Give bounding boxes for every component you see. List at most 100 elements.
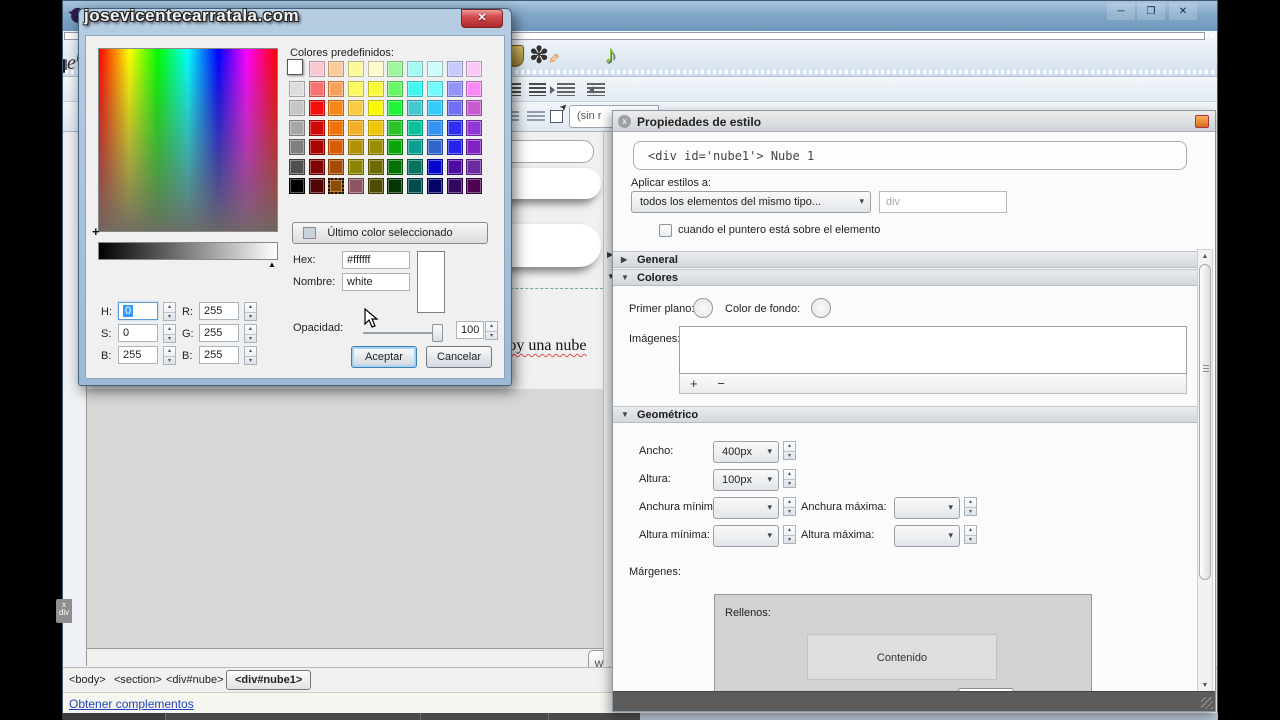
min-width-dropdown[interactable]	[713, 497, 779, 519]
saturation-spinner[interactable]	[163, 324, 176, 343]
palette-swatch[interactable]	[466, 61, 483, 77]
palette-swatch[interactable]	[466, 100, 483, 116]
indent-icon[interactable]	[550, 83, 575, 96]
palette-swatch[interactable]	[348, 158, 365, 175]
palette-swatch[interactable]	[446, 80, 463, 97]
last-color-button[interactable]: Último color seleccionado	[292, 222, 488, 244]
palette-swatch[interactable]	[328, 158, 345, 175]
palette-swatch[interactable]	[387, 119, 404, 136]
palette-swatch[interactable]	[466, 178, 483, 194]
max-width-dropdown[interactable]	[894, 497, 960, 519]
breadcrumb-body[interactable]: <body>	[69, 674, 106, 686]
palette-swatch[interactable]	[367, 100, 384, 116]
brightness-spinner[interactable]	[163, 346, 176, 365]
position-icon[interactable]	[550, 110, 563, 123]
palette-swatch[interactable]	[348, 61, 365, 77]
max-height-dropdown[interactable]	[894, 525, 960, 547]
palette-swatch[interactable]	[446, 178, 463, 194]
opacity-input[interactable]: 100	[456, 321, 484, 339]
close-window-icon[interactable]: ✕	[1169, 3, 1197, 20]
palette-swatch[interactable]	[387, 158, 404, 175]
hue-input[interactable]: 0	[118, 302, 158, 320]
palette-swatch[interactable]	[426, 178, 443, 194]
green-spinner[interactable]	[244, 324, 257, 343]
height-dropdown[interactable]: 100px	[713, 469, 779, 491]
background-color-swatch[interactable]	[811, 298, 831, 318]
min-width-spinner[interactable]	[783, 497, 796, 516]
minimize-icon[interactable]: ─	[1107, 3, 1135, 20]
palette-swatch[interactable]	[466, 139, 483, 155]
palette-swatch[interactable]	[367, 178, 384, 194]
images-list[interactable]	[679, 326, 1187, 374]
palette-swatch[interactable]	[446, 158, 463, 175]
taskbar-segment[interactable]	[548, 713, 640, 720]
palette-swatch[interactable]	[407, 139, 424, 155]
insert-audio-icon[interactable]: ♪	[604, 39, 632, 69]
images-toolbar[interactable]: + −	[679, 374, 1187, 394]
palette-swatch[interactable]	[407, 100, 424, 116]
palette-swatch[interactable]	[446, 100, 463, 116]
palette-swatch[interactable]	[387, 178, 404, 194]
palette-swatch[interactable]	[387, 61, 404, 77]
line-spacing-icon[interactable]	[527, 111, 545, 123]
palette-swatch[interactable]	[308, 80, 325, 97]
breadcrumb-section[interactable]: <section>	[114, 674, 162, 686]
palette-swatch[interactable]	[289, 80, 305, 97]
palette-swatch[interactable]	[387, 139, 404, 155]
palette-swatch[interactable]	[289, 119, 305, 136]
get-addons-link[interactable]: Obtener complementos	[69, 697, 194, 711]
scrollbar-thumb[interactable]	[1199, 264, 1211, 580]
palette-swatch[interactable]	[426, 100, 443, 116]
breadcrumb-div-nube[interactable]: <div#nube>	[166, 674, 224, 686]
palette-swatch[interactable]	[308, 139, 325, 155]
palette-swatch[interactable]	[348, 119, 365, 136]
palette-swatch[interactable]	[289, 158, 305, 175]
panel-scrollbar[interactable]: ▲ ▼	[1197, 249, 1213, 693]
color-picker-crosshair[interactable]: +	[92, 224, 100, 239]
palette-swatch[interactable]	[289, 139, 305, 155]
palette-swatch[interactable]	[308, 178, 325, 194]
palette-swatch[interactable]	[446, 61, 463, 77]
palette-swatch[interactable]	[289, 100, 305, 116]
tag-name-input[interactable]: div	[879, 191, 1007, 213]
hex-input[interactable]: #ffffff	[342, 251, 410, 269]
opacity-slider-handle[interactable]	[432, 324, 443, 342]
foreground-color-swatch[interactable]	[693, 298, 713, 318]
panel-header[interactable]: x Propiedades de estilo	[613, 111, 1215, 132]
red-spinner[interactable]	[244, 302, 257, 321]
palette-swatch[interactable]	[387, 100, 404, 116]
section-general[interactable]: General	[613, 251, 1197, 268]
palette-swatch[interactable]	[426, 158, 443, 175]
opacity-slider-track[interactable]	[363, 332, 441, 334]
brightness-input[interactable]: 255	[118, 346, 158, 364]
element-marker-tab[interactable]: x div	[56, 599, 72, 623]
palette-swatch[interactable]	[426, 80, 443, 97]
palette-swatch[interactable]	[328, 139, 345, 155]
outdent-icon[interactable]	[587, 83, 605, 96]
min-height-dropdown[interactable]	[713, 525, 779, 547]
panel-close-icon[interactable]: x	[618, 115, 631, 128]
palette-swatch[interactable]	[308, 61, 325, 77]
palette-swatch[interactable]	[328, 119, 345, 136]
resize-grip-icon[interactable]	[1201, 697, 1213, 709]
maximize-icon[interactable]: ❐	[1137, 3, 1165, 20]
palette-swatch[interactable]	[348, 178, 365, 194]
height-spinner[interactable]	[783, 469, 796, 488]
green-input[interactable]: 255	[199, 324, 239, 342]
palette-swatch[interactable]	[407, 119, 424, 136]
cancel-button[interactable]: Cancelar	[426, 346, 492, 368]
section-geometry[interactable]: Geométrico	[613, 406, 1197, 423]
taskbar-segment[interactable]	[420, 713, 548, 720]
color-gradient-field[interactable]	[98, 48, 278, 232]
palette-swatch[interactable]	[407, 158, 424, 175]
scrollbar-up-icon[interactable]: ▲	[1198, 250, 1212, 263]
max-width-spinner[interactable]	[964, 497, 977, 516]
apply-styles-dropdown[interactable]: todos los elementos del mismo tipo...	[631, 191, 871, 213]
selected-div-highlight[interactable]	[87, 389, 603, 649]
palette-swatch[interactable]	[328, 100, 345, 116]
hover-checkbox[interactable]	[659, 224, 672, 237]
red-input[interactable]: 255	[199, 302, 239, 320]
palette-swatch[interactable]	[387, 80, 404, 97]
palette-swatch[interactable]	[328, 178, 345, 194]
palette-swatch[interactable]	[426, 61, 443, 77]
